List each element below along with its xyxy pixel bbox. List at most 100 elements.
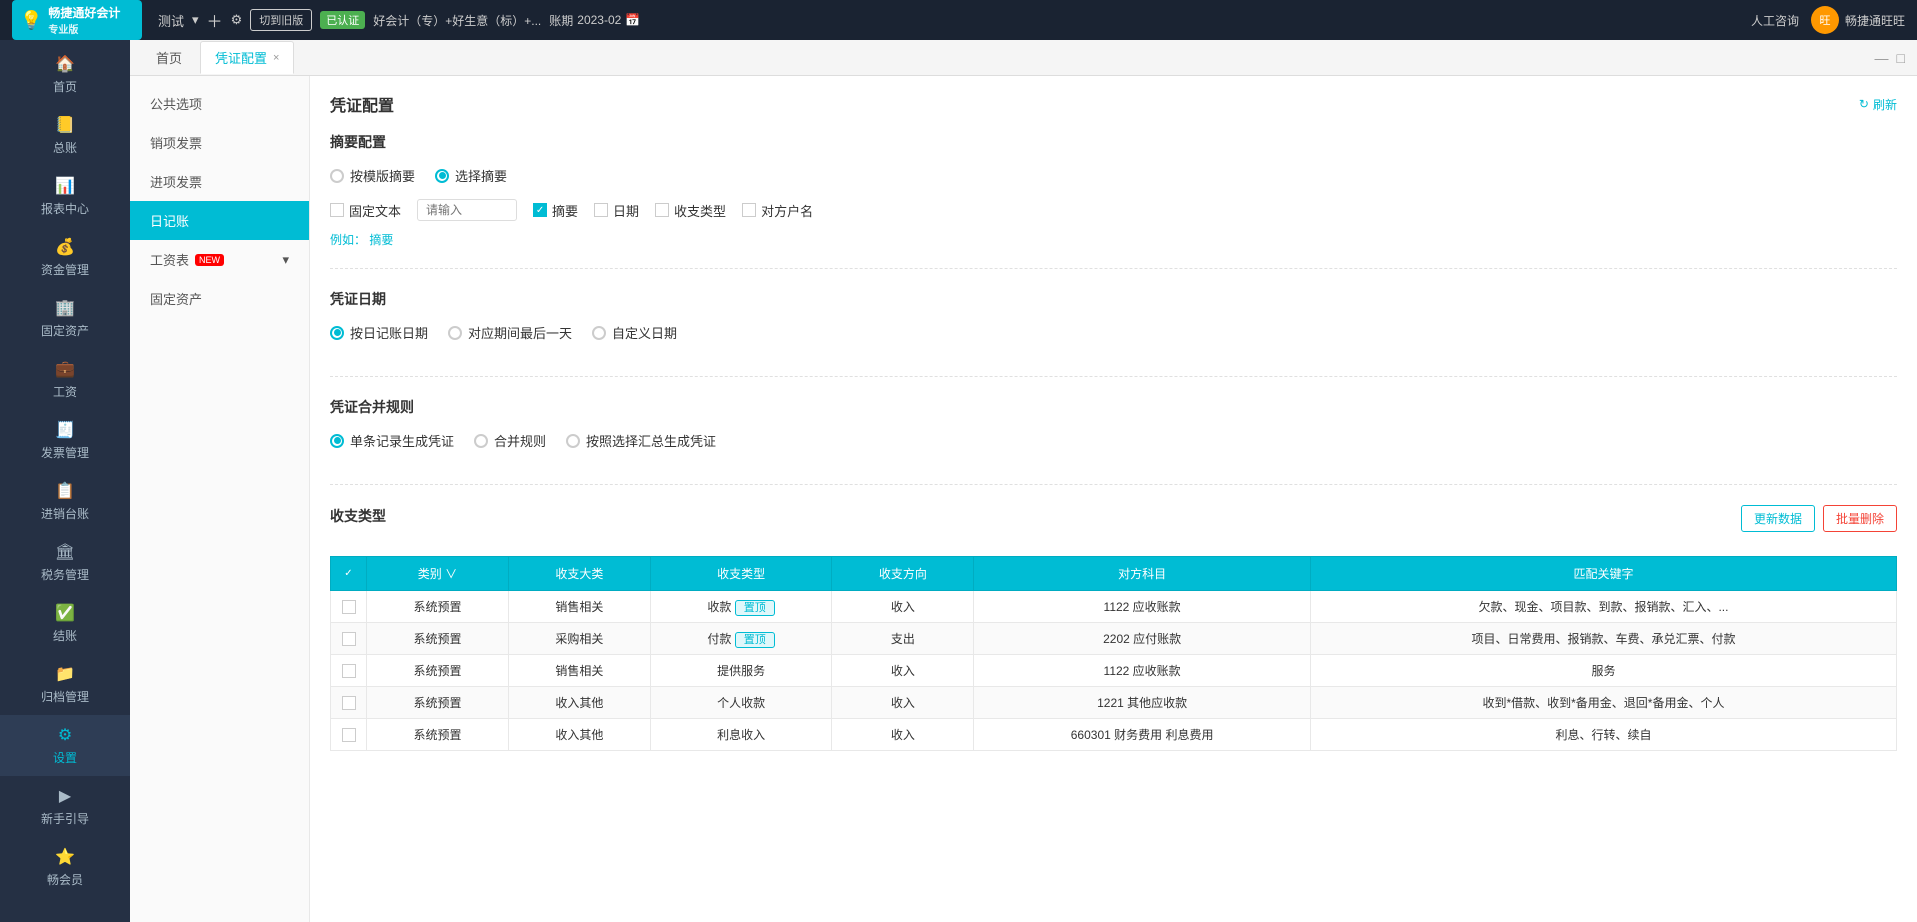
date-radio-group: 按日记账日期 对应期间最后一天 自定义日期 [330,323,1897,342]
left-nav-sales[interactable]: 销项发票 [130,123,309,162]
refresh-label: 刷新 [1873,96,1897,113]
sidebar-label-reports: 报表中心 [41,200,89,217]
table-actions: 更新数据 批量删除 [1741,505,1897,532]
row1-check[interactable] [331,591,367,623]
left-nav-fixed-assets[interactable]: 固定资产 [130,279,309,318]
sidebar-label-settings: 设置 [53,749,77,766]
summary-checkbox-group: 固定文本 ✓ 摘要 日期 收支类型 [330,199,1897,221]
left-nav: 公共选项 销项发票 进项发票 日记账 工资表 NEW ▾ 固定资产 [130,76,310,922]
switch-version-button[interactable]: 切到旧版 [250,9,312,31]
radio-period-last[interactable]: 对应期间最后一天 [448,323,572,342]
tax-icon: 🏛 [55,542,75,562]
radio-custom-date[interactable]: 自定义日期 [592,323,677,342]
sidebar-item-assets[interactable]: 🏢 固定资产 [0,288,130,349]
main-content: 凭证配置 ↻ 刷新 摘要配置 按模版摘要 [310,76,1917,922]
row3-subject: 1122 应收账款 [974,655,1311,687]
left-nav-purchase[interactable]: 进项发票 [130,162,309,201]
row2-subject: 2202 应付账款 [974,623,1311,655]
tab-home[interactable]: 首页 [142,42,196,73]
sidebar-label-archive: 归档管理 [41,688,89,705]
user-menu[interactable]: 旺 畅捷通旺旺 [1811,6,1905,34]
tab-home-label: 首页 [156,48,182,67]
expand-icon[interactable]: ▾ [282,252,289,268]
support-link[interactable]: 人工咨询 [1751,12,1799,29]
sidebar-item-invoice[interactable]: 🧾 发票管理 [0,410,130,471]
checkbox-summary[interactable]: ✓ 摘要 [533,201,578,220]
left-nav-public[interactable]: 公共选项 [130,84,309,123]
radio-template-circle [330,169,344,183]
calendar-icon[interactable]: 📅 [625,13,640,27]
income-type-header: 收支类型 更新数据 批量删除 [330,505,1897,540]
sidebar-item-guide[interactable]: ▶ 新手引导 [0,776,130,837]
close-accounts-icon: ✅ [55,603,75,623]
checkbox-income-type[interactable]: 收支类型 [655,201,726,220]
radio-merge-circle [474,434,488,448]
left-nav-journal[interactable]: 日记账 [130,201,309,240]
tag-top-1[interactable]: 置顶 [735,600,775,616]
sidebar-label-guide: 新手引导 [41,810,89,827]
radio-select-summary[interactable]: 选择摘要 [435,166,507,185]
dropdown-icon[interactable]: ▾ [192,12,199,28]
sidebar-item-settings[interactable]: ⚙ 设置 [0,715,130,776]
income-type-section: 收支类型 更新数据 批量删除 ✓ 类别 ∨ [330,505,1897,751]
page-header: 凭证配置 ↻ 刷新 [330,92,1897,116]
update-data-button[interactable]: 更新数据 [1741,505,1815,532]
radio-journal-date[interactable]: 按日记账日期 [330,323,428,342]
sidebar-item-tax[interactable]: 🏛 税务管理 [0,532,130,593]
sidebar-item-member[interactable]: ⭐ 畅会员 [0,837,130,898]
checkbox-date[interactable]: 日期 [594,201,639,220]
radio-template-summary[interactable]: 按模版摘要 [330,166,415,185]
add-icon[interactable]: ＋ [207,8,223,32]
logo-sub: 专业版 [48,21,120,36]
merge-radio-group: 单条记录生成凭证 合并规则 按照选择汇总生成凭证 [330,431,1897,450]
sidebar-label-close: 结账 [53,627,77,644]
minimize-button[interactable]: — [1875,50,1889,66]
radio-single-record[interactable]: 单条记录生成凭证 [330,431,454,450]
row4-check[interactable] [331,687,367,719]
user-name: 畅捷通旺旺 [1845,12,1905,29]
sidebar-item-close[interactable]: ✅ 结账 [0,593,130,654]
row1-major: 销售相关 [508,591,650,623]
sidebar-item-ledger[interactable]: 📒 总账 [0,105,130,166]
th-subject: 对方科目 [974,557,1311,591]
sidebar-item-archive[interactable]: 📁 归档管理 [0,654,130,715]
tab-close-icon[interactable]: × [273,52,279,64]
left-nav-payroll-label: 工资表 [150,250,189,269]
tag-top-2[interactable]: 置顶 [735,632,775,648]
th-direction: 收支方向 [832,557,974,591]
radio-select-label: 选择摘要 [455,166,507,185]
checkbox-income-type-label: 收支类型 [674,201,726,220]
row1-direction: 收入 [832,591,974,623]
sidebar-item-reports[interactable]: 📊 报表中心 [0,166,130,227]
settings-icon[interactable]: ⚙ [231,12,243,28]
row2-check[interactable] [331,623,367,655]
table-row: 系统预置 收入其他 利息收入 收入 660301 财务费用 利息费用 利息、行转… [331,719,1897,751]
radio-merge-rule[interactable]: 合并规则 [474,431,546,450]
radio-summary-generate[interactable]: 按照选择汇总生成凭证 [566,431,716,450]
checkbox-counterpart[interactable]: 对方户名 [742,201,813,220]
sidebar-item-inout[interactable]: 📋 进销台账 [0,471,130,532]
period-value: 2023-02 [577,13,621,27]
tab-voucher-config[interactable]: 凭证配置 × [200,41,294,74]
guide-icon: ▶ [59,786,71,806]
row5-check[interactable] [331,719,367,751]
left-nav-payroll[interactable]: 工资表 NEW ▾ [130,240,309,279]
refresh-button[interactable]: ↻ 刷新 [1859,96,1897,113]
row2-direction: 支出 [832,623,974,655]
row4-category: 系统预置 [367,687,509,719]
salary-icon: 💼 [55,359,75,379]
th-checkbox[interactable]: ✓ [331,557,367,591]
row4-keywords: 收到*借款、收到*备用金、退回*备用金、个人 [1310,687,1896,719]
sidebar-item-home[interactable]: 🏠 首页 [0,44,130,105]
radio-merge-label: 合并规则 [494,431,546,450]
sidebar-item-salary[interactable]: 💼 工资 [0,349,130,410]
checkbox-income-type-box [655,203,669,217]
fixed-text-input[interactable] [417,199,517,221]
row1-subject: 1122 应收账款 [974,591,1311,623]
batch-delete-button[interactable]: 批量删除 [1823,505,1897,532]
checkbox-fixed-text[interactable]: 固定文本 [330,201,401,220]
maximize-button[interactable]: □ [1897,50,1905,66]
row3-check[interactable] [331,655,367,687]
sidebar-item-capital[interactable]: 💰 资金管理 [0,227,130,288]
assets-icon: 🏢 [55,298,75,318]
